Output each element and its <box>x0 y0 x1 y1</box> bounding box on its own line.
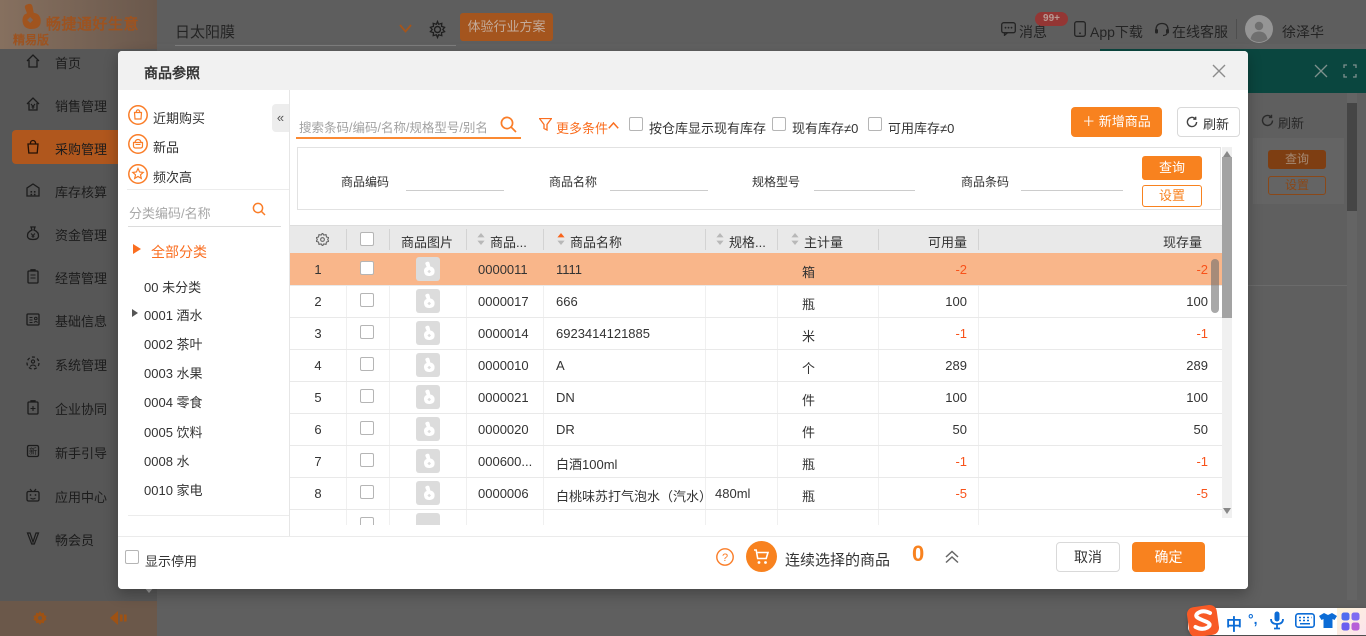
svg-text:?: ? <box>722 552 728 564</box>
svg-text:新: 新 <box>29 446 37 456</box>
